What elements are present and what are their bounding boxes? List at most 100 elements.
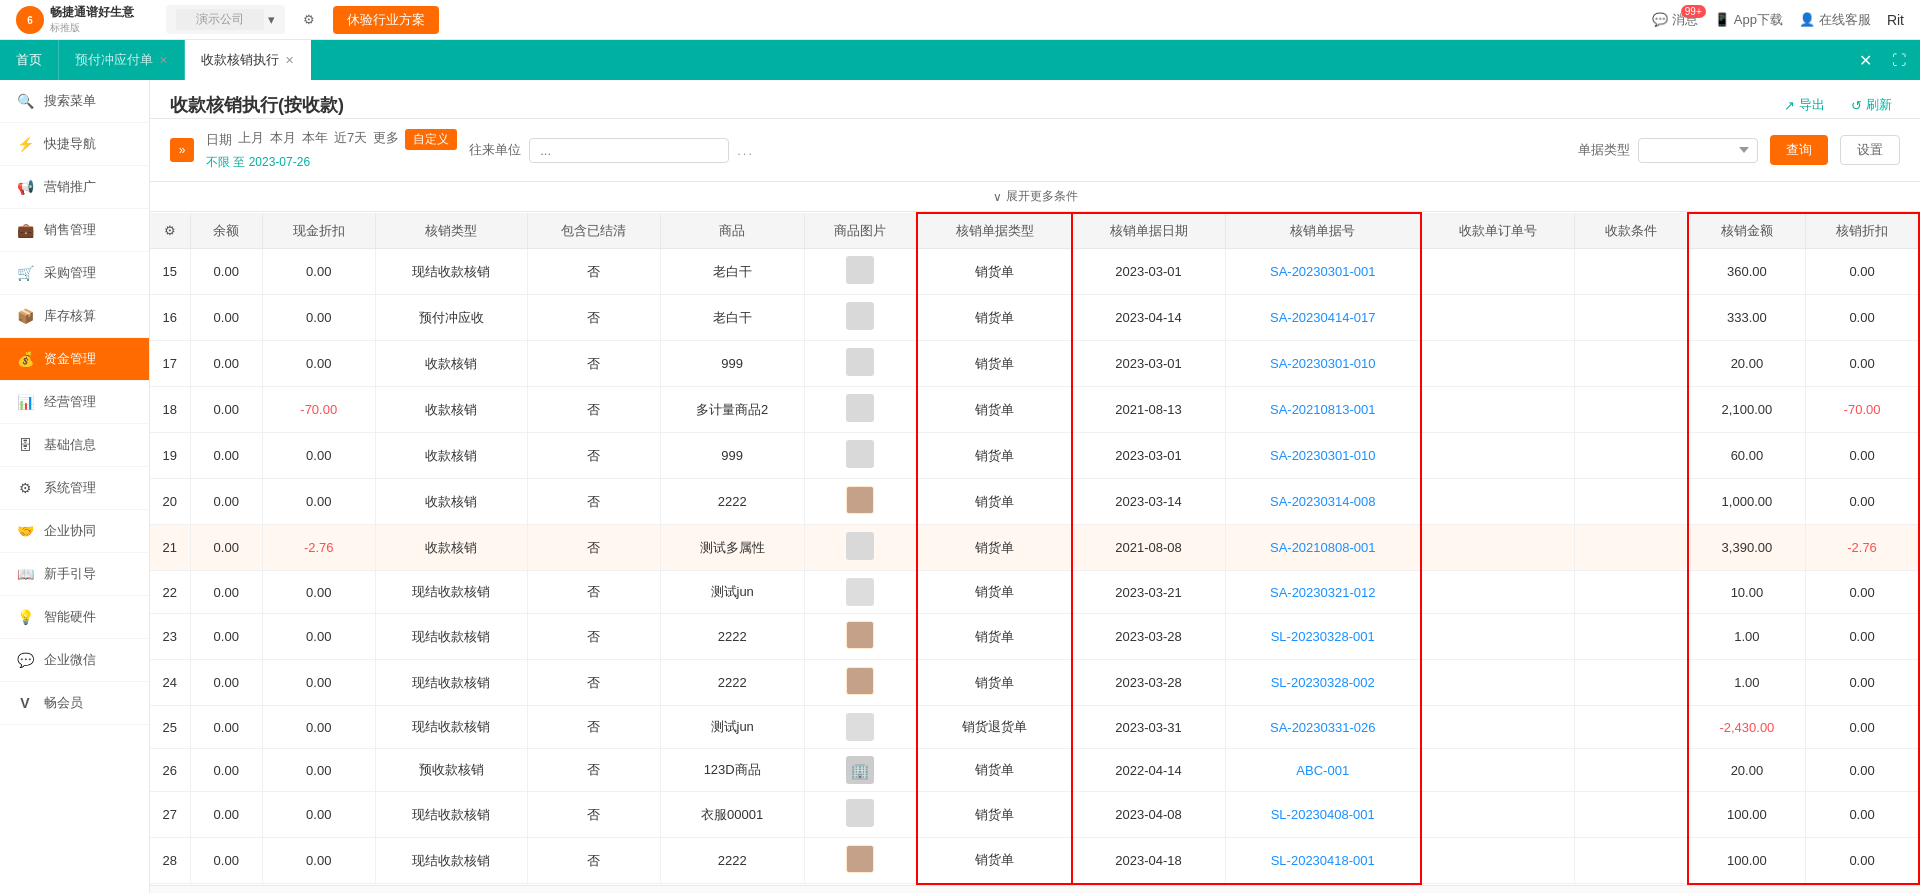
td-amount: -2,430.00 [1688,706,1806,749]
td-bill-no: SA-20230321-012 [1225,571,1421,614]
sidebar-item-search[interactable]: 🔍 搜索菜单 [0,80,149,123]
filter-bar: » 日期 上月 本月 本年 近7天 更多 自定义 不限 至 2023-07-26 [150,119,1920,182]
sidebar-item-collab-label: 企业协同 [44,522,96,540]
home-tab-label: 首页 [16,51,42,69]
tab-prepay[interactable]: 预付冲应付单 ✕ [59,40,185,80]
company-selector[interactable]: 演示公司 ▾ [166,5,285,34]
export-btn[interactable]: ↗ 导出 [1776,92,1833,118]
refresh-btn[interactable]: ↺ 刷新 [1843,92,1900,118]
td-amount: 10.00 [1688,571,1806,614]
bill-no-link[interactable]: SL-20230328-002 [1271,675,1375,690]
th-order-no[interactable]: 收款单订单号 [1421,213,1574,249]
refresh-icon: ↺ [1851,98,1862,113]
bill-no-link[interactable]: SA-20230331-026 [1270,720,1376,735]
industry-btn[interactable]: 休验行业方案 [333,6,439,34]
online-service-btn[interactable]: 👤 在线客服 [1799,11,1871,29]
bill-no-link[interactable]: SA-20230414-017 [1270,310,1376,325]
partner-input[interactable] [529,138,729,163]
bill-no-link[interactable]: SL-20230408-001 [1271,807,1375,822]
td-bill-no: SA-20230331-026 [1225,706,1421,749]
td-verify-type: 收款核销 [375,433,528,479]
sidebar-item-wechat-label: 企业微信 [44,651,96,669]
th-bill-type[interactable]: 核销单据类型 [917,213,1071,249]
nav-expand-btn[interactable]: ⛶ [1886,52,1912,68]
td-id: 21 [150,525,190,571]
sidebar-item-purchase[interactable]: 🛒 采购管理 [0,252,149,295]
message-btn[interactable]: 💬 消息 99+ [1652,11,1698,29]
expand-more-bar: ∨ 展开更多条件 [150,182,1920,212]
chevron-down-icon: ▾ [268,12,275,27]
th-amount[interactable]: 核销金额 [1688,213,1806,249]
td-balance: 0.00 [190,479,262,525]
sidebar-item-wechat[interactable]: 💬 企业微信 [0,639,149,682]
query-btn[interactable]: 查询 [1770,135,1828,165]
sidebar-item-member[interactable]: V 畅会员 [0,682,149,725]
th-balance[interactable]: 余额 [190,213,262,249]
bill-no-link[interactable]: SA-20230301-010 [1270,356,1376,371]
sidebar-item-basic[interactable]: 🗄 基础信息 [0,424,149,467]
th-goods-img[interactable]: 商品图片 [804,213,917,249]
sidebar-item-system[interactable]: ⚙ 系统管理 [0,467,149,510]
app-edition: 标推版 [50,21,134,35]
sidebar-item-shortcut[interactable]: ⚡ 快捷导航 [0,123,149,166]
nav-close-btn[interactable]: ✕ [1853,51,1878,70]
date-last-month[interactable]: 上月 [238,129,264,150]
th-discount[interactable]: 核销折扣 [1806,213,1919,249]
app-download-btn[interactable]: 📱 App下载 [1714,11,1783,29]
top-bar-center: 演示公司 ▾ ⚙ 休验行业方案 [166,5,1652,34]
bill-no-link[interactable]: SA-20230301-010 [1270,448,1376,463]
th-bill-date[interactable]: 核销单据日期 [1072,213,1225,249]
verify-tab-close[interactable]: ✕ [285,54,294,67]
bill-no-link[interactable]: SA-20210808-001 [1270,540,1376,555]
settings-icon-btn[interactable]: ⚙ [295,6,323,34]
bill-no-link[interactable]: SA-20230301-001 [1270,264,1376,279]
bill-no-link[interactable]: SA-20230314-008 [1270,494,1376,509]
td-bill-no: SL-20230408-001 [1225,792,1421,838]
date-custom-btn[interactable]: 自定义 [405,129,457,150]
bill-no-link[interactable]: SL-20230328-001 [1271,629,1375,644]
nav-tabs: 首页 预付冲应付单 ✕ 收款核销执行 ✕ ✕ ⛶ [0,40,1920,80]
sidebar-item-finance[interactable]: 💰 资金管理 [0,338,149,381]
th-goods[interactable]: 商品 [660,213,804,249]
date-more[interactable]: 更多 [373,129,399,150]
th-settings[interactable]: ⚙ [150,213,190,249]
settings-btn[interactable]: 设置 [1840,135,1900,165]
expand-more-btn[interactable]: ∨ 展开更多条件 [993,188,1078,205]
td-bill-no: SA-20230414-017 [1225,295,1421,341]
td-order-no [1421,433,1574,479]
prepay-tab-close[interactable]: ✕ [159,54,168,67]
th-verify-type[interactable]: 核销类型 [375,213,528,249]
filter-toggle-btn[interactable]: » [170,138,194,162]
td-payment-terms [1574,749,1687,792]
sidebar-item-sales[interactable]: 💼 销售管理 [0,209,149,252]
td-bill-date: 2021-08-13 [1072,387,1225,433]
th-payment-terms[interactable]: 收款条件 [1574,213,1687,249]
rit-user[interactable]: Rit [1887,12,1904,28]
bill-no-link[interactable]: SL-20230418-001 [1271,853,1375,868]
td-include-cleared: 否 [528,614,661,660]
bill-no-link[interactable]: SA-20230321-012 [1270,585,1376,600]
sidebar-item-hardware[interactable]: 💡 智能硬件 [0,596,149,639]
sidebar-item-management[interactable]: 📊 经营管理 [0,381,149,424]
td-goods: 测试多属性 [660,525,804,571]
tab-home[interactable]: 首页 [0,40,59,80]
td-bill-date: 2023-03-01 [1072,341,1225,387]
bill-type-select[interactable] [1638,138,1758,163]
tab-verify[interactable]: 收款核销执行 ✕ [185,40,311,80]
sidebar-item-guide[interactable]: 📖 新手引导 [0,553,149,596]
th-include-cleared[interactable]: 包含已结清 [528,213,661,249]
td-discount: 0.00 [1806,838,1919,884]
th-bill-no[interactable]: 核销单据号 [1225,213,1421,249]
sidebar-item-marketing[interactable]: 📢 营销推广 [0,166,149,209]
date-this-month[interactable]: 本月 [270,129,296,150]
date-7days[interactable]: 近7天 [334,129,367,150]
sidebar-item-collab[interactable]: 🤝 企业协同 [0,510,149,553]
bill-no-link[interactable]: ABC-001 [1296,763,1349,778]
bill-no-link[interactable]: SA-20210813-001 [1270,402,1376,417]
date-this-year[interactable]: 本年 [302,129,328,150]
sidebar-item-system-label: 系统管理 [44,479,96,497]
sidebar-item-inventory[interactable]: 📦 库存核算 [0,295,149,338]
main-layout: 🔍 搜索菜单 ⚡ 快捷导航 📢 营销推广 💼 销售管理 🛒 采购管理 📦 库存核… [0,80,1920,893]
td-goods: 老白干 [660,295,804,341]
th-cash-discount[interactable]: 现金折扣 [262,213,375,249]
